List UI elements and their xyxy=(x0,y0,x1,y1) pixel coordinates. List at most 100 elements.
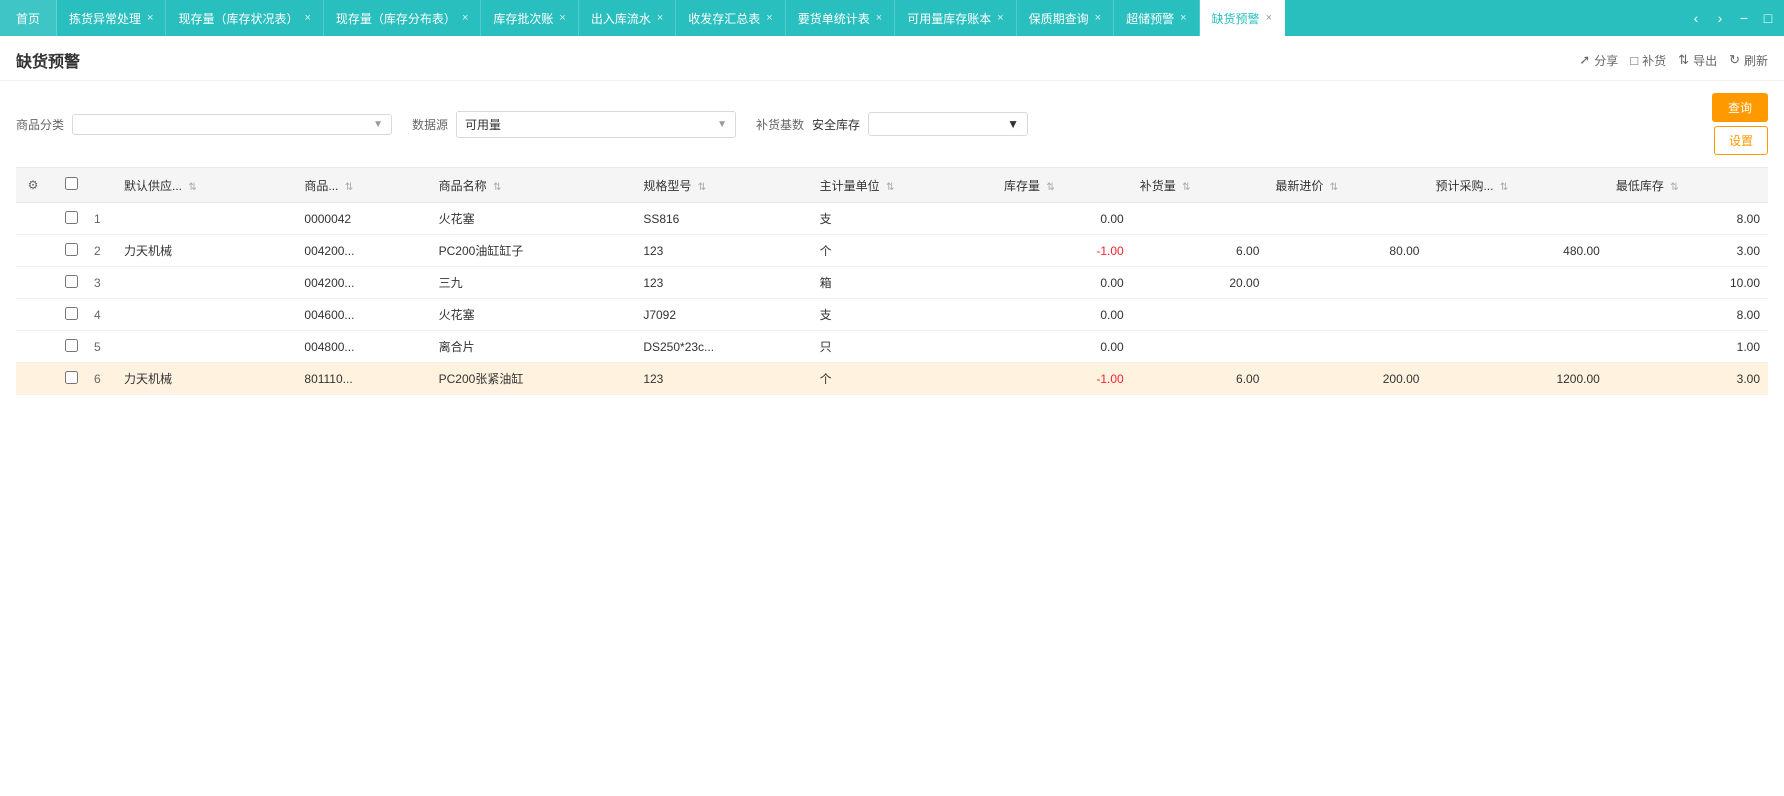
row-checkbox-cell[interactable] xyxy=(56,299,86,331)
row-replenish-qty xyxy=(1132,299,1268,331)
share-button[interactable]: ➚ 分享 xyxy=(1579,52,1618,69)
row-latest-price: 80.00 xyxy=(1267,235,1427,267)
row-spec: 123 xyxy=(635,363,811,395)
tab-close-inout-flow[interactable]: × xyxy=(657,12,663,24)
tab-close-expiry-query[interactable]: × xyxy=(1095,12,1101,24)
row-checkbox-cell[interactable] xyxy=(56,267,86,299)
row-min-stock: 8.00 xyxy=(1608,299,1768,331)
row-supplier xyxy=(116,299,296,331)
row-stock-qty: 0.00 xyxy=(996,203,1132,235)
tab-close-stock-dist[interactable]: × xyxy=(462,12,468,24)
row-min-stock: 1.00 xyxy=(1608,331,1768,363)
row-settings-cell xyxy=(16,203,56,235)
data-table: ⚙ 默认供应... ⇅ 商品... ⇅ 商品名称 xyxy=(16,167,1768,395)
replenish-base-select[interactable]: ▼ xyxy=(868,112,1028,136)
tab-scroll-left[interactable]: ‹ xyxy=(1684,6,1708,30)
export-icon: ⇅ xyxy=(1678,52,1689,68)
settings-button[interactable]: 设置 xyxy=(1714,126,1768,155)
th-product-code[interactable]: 商品... ⇅ xyxy=(296,168,430,203)
replenish-button[interactable]: □ 补货 xyxy=(1630,52,1666,69)
tab-order-stat[interactable]: 要货单统计表 × xyxy=(786,0,895,36)
th-spec[interactable]: 规格型号 ⇅ xyxy=(635,168,811,203)
datasource-select[interactable]: 可用量 ▼ xyxy=(456,111,736,138)
row-product-code: 004600... xyxy=(296,299,430,331)
row-latest-price: 200.00 xyxy=(1267,363,1427,395)
tab-expiry-query[interactable]: 保质期查询 × xyxy=(1017,0,1114,36)
tab-shortage[interactable]: 缺货预警 × xyxy=(1200,0,1285,36)
tab-close-available-ledger[interactable]: × xyxy=(997,12,1003,24)
row-checkbox-cell[interactable] xyxy=(56,363,86,395)
tab-inout-flow[interactable]: 出入库流水 × xyxy=(579,0,676,36)
sort-icon-replenish: ⇅ xyxy=(1182,182,1190,193)
tab-close-abnormal[interactable]: × xyxy=(147,12,153,24)
filter-actions: 查询 设置 xyxy=(1712,93,1768,155)
row-checkbox-1[interactable] xyxy=(65,243,78,256)
select-all-checkbox[interactable] xyxy=(65,177,78,190)
row-checkbox-cell[interactable] xyxy=(56,331,86,363)
datasource-filter-group: 数据源 可用量 ▼ xyxy=(412,111,736,138)
tab-close-overstock[interactable]: × xyxy=(1180,12,1186,24)
row-unit: 个 xyxy=(812,363,996,395)
category-select[interactable]: ▼ xyxy=(72,114,392,135)
table-row: 4 004600... 火花塞 J7092 支 0.00 8.00 xyxy=(16,299,1768,331)
th-product-name[interactable]: 商品名称 ⇅ xyxy=(431,168,636,203)
row-checkbox-0[interactable] xyxy=(65,211,78,224)
tab-maximize[interactable]: □ xyxy=(1756,6,1780,30)
row-latest-price xyxy=(1267,331,1427,363)
row-checkbox-5[interactable] xyxy=(65,371,78,384)
th-min-stock[interactable]: 最低库存 ⇅ xyxy=(1608,168,1768,203)
tab-collect-total[interactable]: 收发存汇总表 × xyxy=(676,0,785,36)
row-checkbox-cell[interactable] xyxy=(56,203,86,235)
tab-stock-status[interactable]: 现存量（库存状况表） × xyxy=(166,0,323,36)
tab-close-shortage[interactable]: × xyxy=(1266,12,1272,24)
row-checkbox-2[interactable] xyxy=(65,275,78,288)
query-button[interactable]: 查询 xyxy=(1712,93,1768,122)
th-default-supplier[interactable]: 默认供应... ⇅ xyxy=(116,168,296,203)
row-unit: 支 xyxy=(812,299,996,331)
refresh-button[interactable]: ↻ 刷新 xyxy=(1729,52,1768,69)
tab-close-collect-total[interactable]: × xyxy=(766,12,772,24)
row-spec: 123 xyxy=(635,267,811,299)
row-min-stock: 8.00 xyxy=(1608,203,1768,235)
page-actions: ➚ 分享 □ 补货 ⇅ 导出 ↻ 刷新 xyxy=(1579,52,1768,69)
row-min-stock: 10.00 xyxy=(1608,267,1768,299)
tab-abnormal[interactable]: 拣货异常处理 × xyxy=(57,0,166,36)
tab-nav-buttons: ‹ › − □ xyxy=(1684,6,1784,30)
row-num: 3 xyxy=(86,267,116,299)
category-filter-group: 商品分类 ▼ xyxy=(16,114,392,135)
row-est-purchase xyxy=(1427,267,1607,299)
th-replenish-qty[interactable]: 补货量 ⇅ xyxy=(1132,168,1268,203)
export-button[interactable]: ⇅ 导出 xyxy=(1678,52,1717,69)
column-settings-icon[interactable]: ⚙ xyxy=(24,176,42,194)
sort-icon-supplier: ⇅ xyxy=(188,182,196,193)
tab-close-batch-account[interactable]: × xyxy=(559,12,565,24)
tab-stock-dist[interactable]: 现存量（库存分布表） × xyxy=(324,0,481,36)
row-latest-price xyxy=(1267,299,1427,331)
tab-close-order-stat[interactable]: × xyxy=(876,12,882,24)
row-checkbox-3[interactable] xyxy=(65,307,78,320)
row-spec: DS250*23c... xyxy=(635,331,811,363)
tab-home[interactable]: 首页 xyxy=(0,0,57,36)
row-settings-cell xyxy=(16,267,56,299)
row-stock-qty: 0.00 xyxy=(996,267,1132,299)
row-product-name: 火花塞 xyxy=(431,299,636,331)
row-stock-qty: 0.00 xyxy=(996,331,1132,363)
tab-minimize[interactable]: − xyxy=(1732,6,1756,30)
th-est-purchase[interactable]: 预计采购... ⇅ xyxy=(1427,168,1607,203)
row-product-code: 004800... xyxy=(296,331,430,363)
th-latest-price[interactable]: 最新进价 ⇅ xyxy=(1267,168,1427,203)
tab-batch-account[interactable]: 库存批次账 × xyxy=(481,0,578,36)
th-unit[interactable]: 主计量单位 ⇅ xyxy=(812,168,996,203)
tab-close-stock-status[interactable]: × xyxy=(304,12,310,24)
row-checkbox-4[interactable] xyxy=(65,339,78,352)
tab-scroll-right[interactable]: › xyxy=(1708,6,1732,30)
table-row: 1 0000042 火花塞 SS816 支 0.00 8.00 xyxy=(16,203,1768,235)
row-checkbox-cell[interactable] xyxy=(56,235,86,267)
tab-overstock[interactable]: 超储预警 × xyxy=(1114,0,1199,36)
row-stock-qty: 0.00 xyxy=(996,299,1132,331)
row-supplier: 力天机械 xyxy=(116,363,296,395)
sort-icon-name: ⇅ xyxy=(493,182,501,193)
th-stock-qty[interactable]: 库存量 ⇅ xyxy=(996,168,1132,203)
row-stock-qty: -1.00 xyxy=(996,235,1132,267)
tab-available-ledger[interactable]: 可用量库存账本 × xyxy=(895,0,1016,36)
